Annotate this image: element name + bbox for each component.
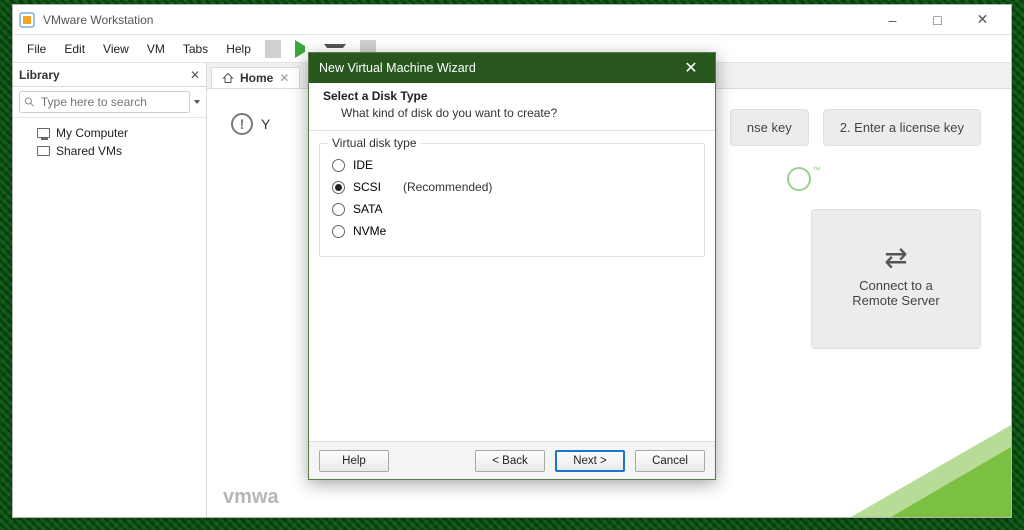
notice-text: Y	[261, 116, 270, 132]
computer-icon	[37, 128, 50, 138]
library-header: Library ✕	[13, 63, 206, 87]
info-icon: !	[231, 113, 253, 135]
double-arrow-icon: ⇄	[884, 250, 907, 265]
search-input[interactable]	[39, 94, 185, 110]
tree-item-label: My Computer	[56, 126, 128, 140]
search-icon	[24, 96, 35, 108]
search-dropdown-icon[interactable]	[194, 100, 200, 104]
recommended-label: (Recommended)	[403, 180, 492, 194]
radio-icon	[332, 159, 345, 172]
dialog-subheading: What kind of disk do you want to create?	[323, 103, 701, 120]
home-icon	[222, 72, 234, 84]
home-button-row: nse key 2. Enter a license key	[730, 109, 981, 146]
tree-item-my-computer[interactable]: My Computer	[17, 124, 202, 142]
disk-type-group: Virtual disk type IDE SCSI (Recommended)…	[319, 143, 705, 257]
back-button[interactable]: < Back	[475, 450, 545, 472]
window-maximize-button[interactable]: □	[915, 6, 960, 34]
radio-label: NVMe	[353, 224, 386, 238]
dialog-heading: Select a Disk Type	[323, 89, 701, 103]
library-search-box[interactable]	[19, 91, 190, 113]
radio-nvme[interactable]: NVMe	[330, 220, 694, 242]
menu-vm[interactable]: VM	[139, 39, 173, 59]
window-minimize-button[interactable]: –	[870, 6, 915, 34]
window-close-button[interactable]: ✕	[960, 6, 1005, 34]
title-bar: VMware Workstation – □ ✕	[13, 5, 1011, 35]
menu-file[interactable]: File	[19, 39, 54, 59]
shared-icon	[37, 146, 50, 156]
tab-home-label: Home	[240, 71, 273, 85]
vmware-logo: vmwa	[223, 486, 279, 509]
radio-icon	[332, 203, 345, 216]
enter-license-key-button[interactable]: 2. Enter a license key	[823, 109, 981, 146]
decor-corner	[891, 447, 1011, 517]
menu-help[interactable]: Help	[218, 39, 259, 59]
menu-tabs[interactable]: Tabs	[175, 39, 216, 59]
app-icon	[19, 12, 35, 28]
brand-mark-icon	[787, 167, 811, 191]
next-button[interactable]: Next >	[555, 450, 625, 472]
app-title: VMware Workstation	[43, 13, 153, 27]
group-title: Virtual disk type	[328, 136, 421, 150]
radio-label: IDE	[353, 158, 373, 172]
new-vm-wizard-dialog: New Virtual Machine Wizard ✕ Select a Di…	[308, 52, 716, 480]
menu-edit[interactable]: Edit	[56, 39, 93, 59]
dialog-title: New Virtual Machine Wizard	[319, 61, 476, 75]
tile-label: Connect to a Remote Server	[852, 278, 939, 308]
dialog-header: Select a Disk Type What kind of disk do …	[309, 83, 715, 131]
connect-remote-tile[interactable]: ⇄ Connect to a Remote Server	[811, 209, 981, 349]
tab-home-close[interactable]: ✕	[279, 71, 289, 85]
dialog-close-button[interactable]: ✕	[677, 57, 705, 79]
radio-sata[interactable]: SATA	[330, 198, 694, 220]
radio-ide[interactable]: IDE	[330, 154, 694, 176]
dialog-title-bar: New Virtual Machine Wizard ✕	[309, 53, 715, 83]
radio-label: SCSI	[353, 180, 381, 194]
dialog-footer: Help < Back Next > Cancel	[309, 441, 715, 479]
tree-item-shared-vms[interactable]: Shared VMs	[17, 142, 202, 160]
library-tree: My Computer Shared VMs	[13, 118, 206, 166]
library-close-button[interactable]: ✕	[190, 68, 200, 82]
library-search-row	[13, 87, 206, 118]
radio-label: SATA	[353, 202, 383, 216]
menu-separator	[265, 40, 281, 58]
tab-home[interactable]: Home ✕	[211, 67, 300, 88]
library-title: Library	[19, 68, 60, 82]
menu-view[interactable]: View	[95, 39, 137, 59]
library-sidebar: Library ✕ My Computer Shared VMs	[13, 63, 207, 517]
dialog-body: Virtual disk type IDE SCSI (Recommended)…	[309, 131, 715, 441]
radio-scsi[interactable]: SCSI (Recommended)	[330, 176, 694, 198]
cancel-button[interactable]: Cancel	[635, 450, 705, 472]
radio-icon	[332, 225, 345, 238]
help-button[interactable]: Help	[319, 450, 389, 472]
tree-item-label: Shared VMs	[56, 144, 122, 158]
license-key-button-partial[interactable]: nse key	[730, 109, 809, 146]
radio-icon	[332, 181, 345, 194]
